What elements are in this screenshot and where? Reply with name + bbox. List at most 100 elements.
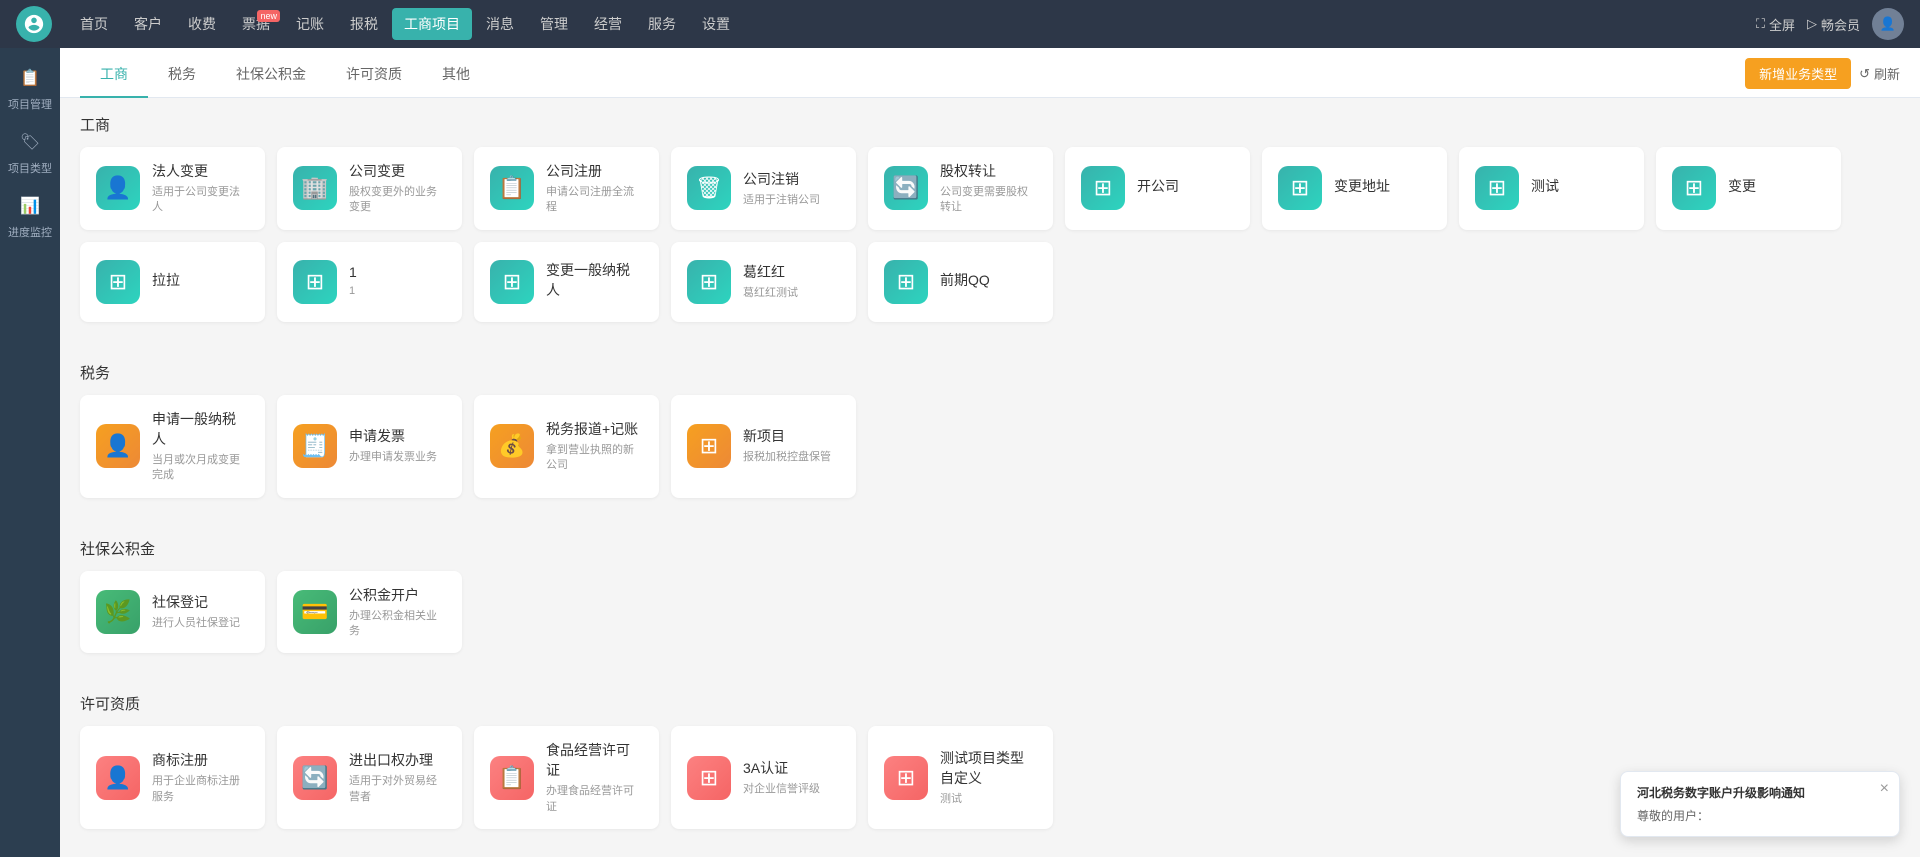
notification-close-button[interactable]: ×	[1880, 780, 1889, 798]
card-icon: 👤	[96, 756, 140, 800]
fullscreen-button[interactable]: ⛶ 全屏	[1756, 15, 1795, 34]
card-desc: 适用于公司变更法人	[152, 185, 249, 216]
card-title: 变更一般纳税人	[546, 260, 643, 300]
card-title: 公司变更	[349, 161, 446, 181]
card-desc: 适用于注销公司	[743, 193, 840, 208]
section-title: 社保公积金	[80, 538, 1900, 559]
card-1[interactable]: ⊞ 1 1	[277, 242, 462, 322]
nav-item-报税[interactable]: 报税	[338, 8, 390, 40]
member-label: 畅会员	[1821, 15, 1860, 34]
card-desc: 适用于对外贸易经营者	[349, 774, 446, 805]
card-变更地址[interactable]: ⊞ 变更地址	[1262, 147, 1447, 230]
tab-税务[interactable]: 税务	[148, 52, 216, 98]
card-desc: 报税加税控盘保管	[743, 450, 840, 465]
card-info: 测试项目类型自定义 测试	[940, 748, 1037, 807]
card-icon: ⊞	[687, 260, 731, 304]
card-icon: 📋	[490, 166, 534, 210]
card-变更一般纳税人[interactable]: ⊞ 变更一般纳税人	[474, 242, 659, 322]
nav-item-设置[interactable]: 设置	[690, 8, 742, 40]
sidebar-item-0[interactable]: 📋 项目管理	[3, 56, 57, 120]
card-title: 新项目	[743, 426, 840, 446]
card-食品经营许可证[interactable]: 📋 食品经营许可证 办理食品经营许可证	[474, 726, 659, 829]
card-拉拉[interactable]: ⊞ 拉拉	[80, 242, 265, 322]
card-title: 1	[349, 264, 446, 280]
sidebar-label: 项目管理	[8, 96, 52, 112]
card-公积金开户[interactable]: 💳 公积金开户 办理公积金相关业务	[277, 571, 462, 654]
cards-grid: 🌿 社保登记 进行人员社保登记 💳 公积金开户 办理公积金相关业务	[80, 571, 1900, 654]
sidebar-label: 项目类型	[8, 160, 52, 176]
card-info: 测试	[1531, 176, 1628, 200]
card-info: 变更地址	[1334, 176, 1431, 200]
card-法人变更[interactable]: 👤 法人变更 适用于公司变更法人	[80, 147, 265, 230]
card-icon: ⊞	[1278, 166, 1322, 210]
sidebar-item-2[interactable]: 📊 进度监控	[3, 184, 57, 248]
card-desc: 股权变更外的业务变更	[349, 185, 446, 216]
card-进出口权办理[interactable]: 🔄 进出口权办理 适用于对外贸易经营者	[277, 726, 462, 829]
nav-item-记账[interactable]: 记账	[284, 8, 336, 40]
nav-item-票据[interactable]: 票据new	[230, 8, 282, 40]
card-公司注册[interactable]: 📋 公司注册 申请公司注册全流程	[474, 147, 659, 230]
card-开公司[interactable]: ⊞ 开公司	[1065, 147, 1250, 230]
tab-工商[interactable]: 工商	[80, 52, 148, 98]
notification-content: 尊敬的用户：	[1637, 807, 1883, 824]
sidebar-item-1[interactable]: 🏷 项目类型	[3, 120, 57, 184]
card-新项目[interactable]: ⊞ 新项目 报税加税控盘保管	[671, 395, 856, 498]
card-社保登记[interactable]: 🌿 社保登记 进行人员社保登记	[80, 571, 265, 654]
tab-许可资质[interactable]: 许可资质	[326, 52, 422, 98]
card-desc: 对企业信誉评级	[743, 782, 840, 797]
nav-item-客户[interactable]: 客户	[122, 8, 174, 40]
section-title: 工商	[80, 114, 1900, 135]
card-公司注销[interactable]: 🗑 公司注销 适用于注销公司	[671, 147, 856, 230]
card-icon: ⊞	[687, 424, 731, 468]
card-税务报道+记账[interactable]: 💰 税务报道+记账 拿到营业执照的新公司	[474, 395, 659, 498]
new-type-button[interactable]: 新增业务类型	[1745, 58, 1851, 89]
card-title: 食品经营许可证	[546, 740, 643, 780]
cards-grid: 👤 申请一般纳税人 当月或次月成变更完成 🧾 申请发票 办理申请发票业务 💰 税…	[80, 395, 1900, 498]
nav-item-首页[interactable]: 首页	[68, 8, 120, 40]
card-info: 前期QQ	[940, 270, 1037, 294]
card-公司变更[interactable]: 🏢 公司变更 股权变更外的业务变更	[277, 147, 462, 230]
card-title: 3A认证	[743, 758, 840, 778]
card-desc: 当月或次月成变更完成	[152, 453, 249, 484]
card-title: 变更地址	[1334, 176, 1431, 196]
card-变更[interactable]: ⊞ 变更	[1656, 147, 1841, 230]
tab-bar: 工商税务社保公积金许可资质其他 新增业务类型 ↺ 刷新	[60, 48, 1920, 98]
card-icon: ⊞	[1672, 166, 1716, 210]
card-icon: ⊞	[687, 756, 731, 800]
nav-item-经营[interactable]: 经营	[582, 8, 634, 40]
card-icon: 🔄	[293, 756, 337, 800]
card-info: 商标注册 用于企业商标注册服务	[152, 750, 249, 805]
card-desc: 测试	[940, 792, 1037, 807]
card-info: 变更一般纳税人	[546, 260, 643, 304]
avatar[interactable]: 👤	[1872, 8, 1904, 40]
sidebar: 📋 项目管理 🏷 项目类型 📊 进度监控	[0, 48, 60, 857]
member-button[interactable]: ▷ 畅会员	[1807, 15, 1860, 34]
card-股权转让[interactable]: 🔄 股权转让 公司变更需要股权转让	[868, 147, 1053, 230]
card-测试[interactable]: ⊞ 测试	[1459, 147, 1644, 230]
card-前期QQ[interactable]: ⊞ 前期QQ	[868, 242, 1053, 322]
card-葛红红[interactable]: ⊞ 葛红红 葛红红测试	[671, 242, 856, 322]
card-申请发票[interactable]: 🧾 申请发票 办理申请发票业务	[277, 395, 462, 498]
nav-item-工商项目[interactable]: 工商项目	[392, 8, 472, 40]
nav-item-消息[interactable]: 消息	[474, 8, 526, 40]
card-icon: 👤	[96, 424, 140, 468]
tab-社保公积金[interactable]: 社保公积金	[216, 52, 326, 98]
nav-item-服务[interactable]: 服务	[636, 8, 688, 40]
refresh-button[interactable]: ↺ 刷新	[1859, 64, 1900, 83]
card-desc: 葛红红测试	[743, 286, 840, 301]
card-3A认证[interactable]: ⊞ 3A认证 对企业信誉评级	[671, 726, 856, 829]
card-title: 前期QQ	[940, 270, 1037, 290]
card-title: 开公司	[1137, 176, 1234, 196]
card-info: 新项目 报税加税控盘保管	[743, 426, 840, 465]
card-商标注册[interactable]: 👤 商标注册 用于企业商标注册服务	[80, 726, 265, 829]
nav-item-管理[interactable]: 管理	[528, 8, 580, 40]
card-title: 公司注册	[546, 161, 643, 181]
card-测试项目类型自定义[interactable]: ⊞ 测试项目类型自定义 测试	[868, 726, 1053, 829]
card-申请一般纳税人[interactable]: 👤 申请一般纳税人 当月或次月成变更完成	[80, 395, 265, 498]
card-icon: 🔄	[884, 166, 928, 210]
tab-其他[interactable]: 其他	[422, 52, 490, 98]
logo[interactable]	[16, 6, 52, 42]
nav-item-收费[interactable]: 收费	[176, 8, 228, 40]
card-title: 申请发票	[349, 426, 446, 446]
member-icon: ▷	[1807, 16, 1817, 32]
